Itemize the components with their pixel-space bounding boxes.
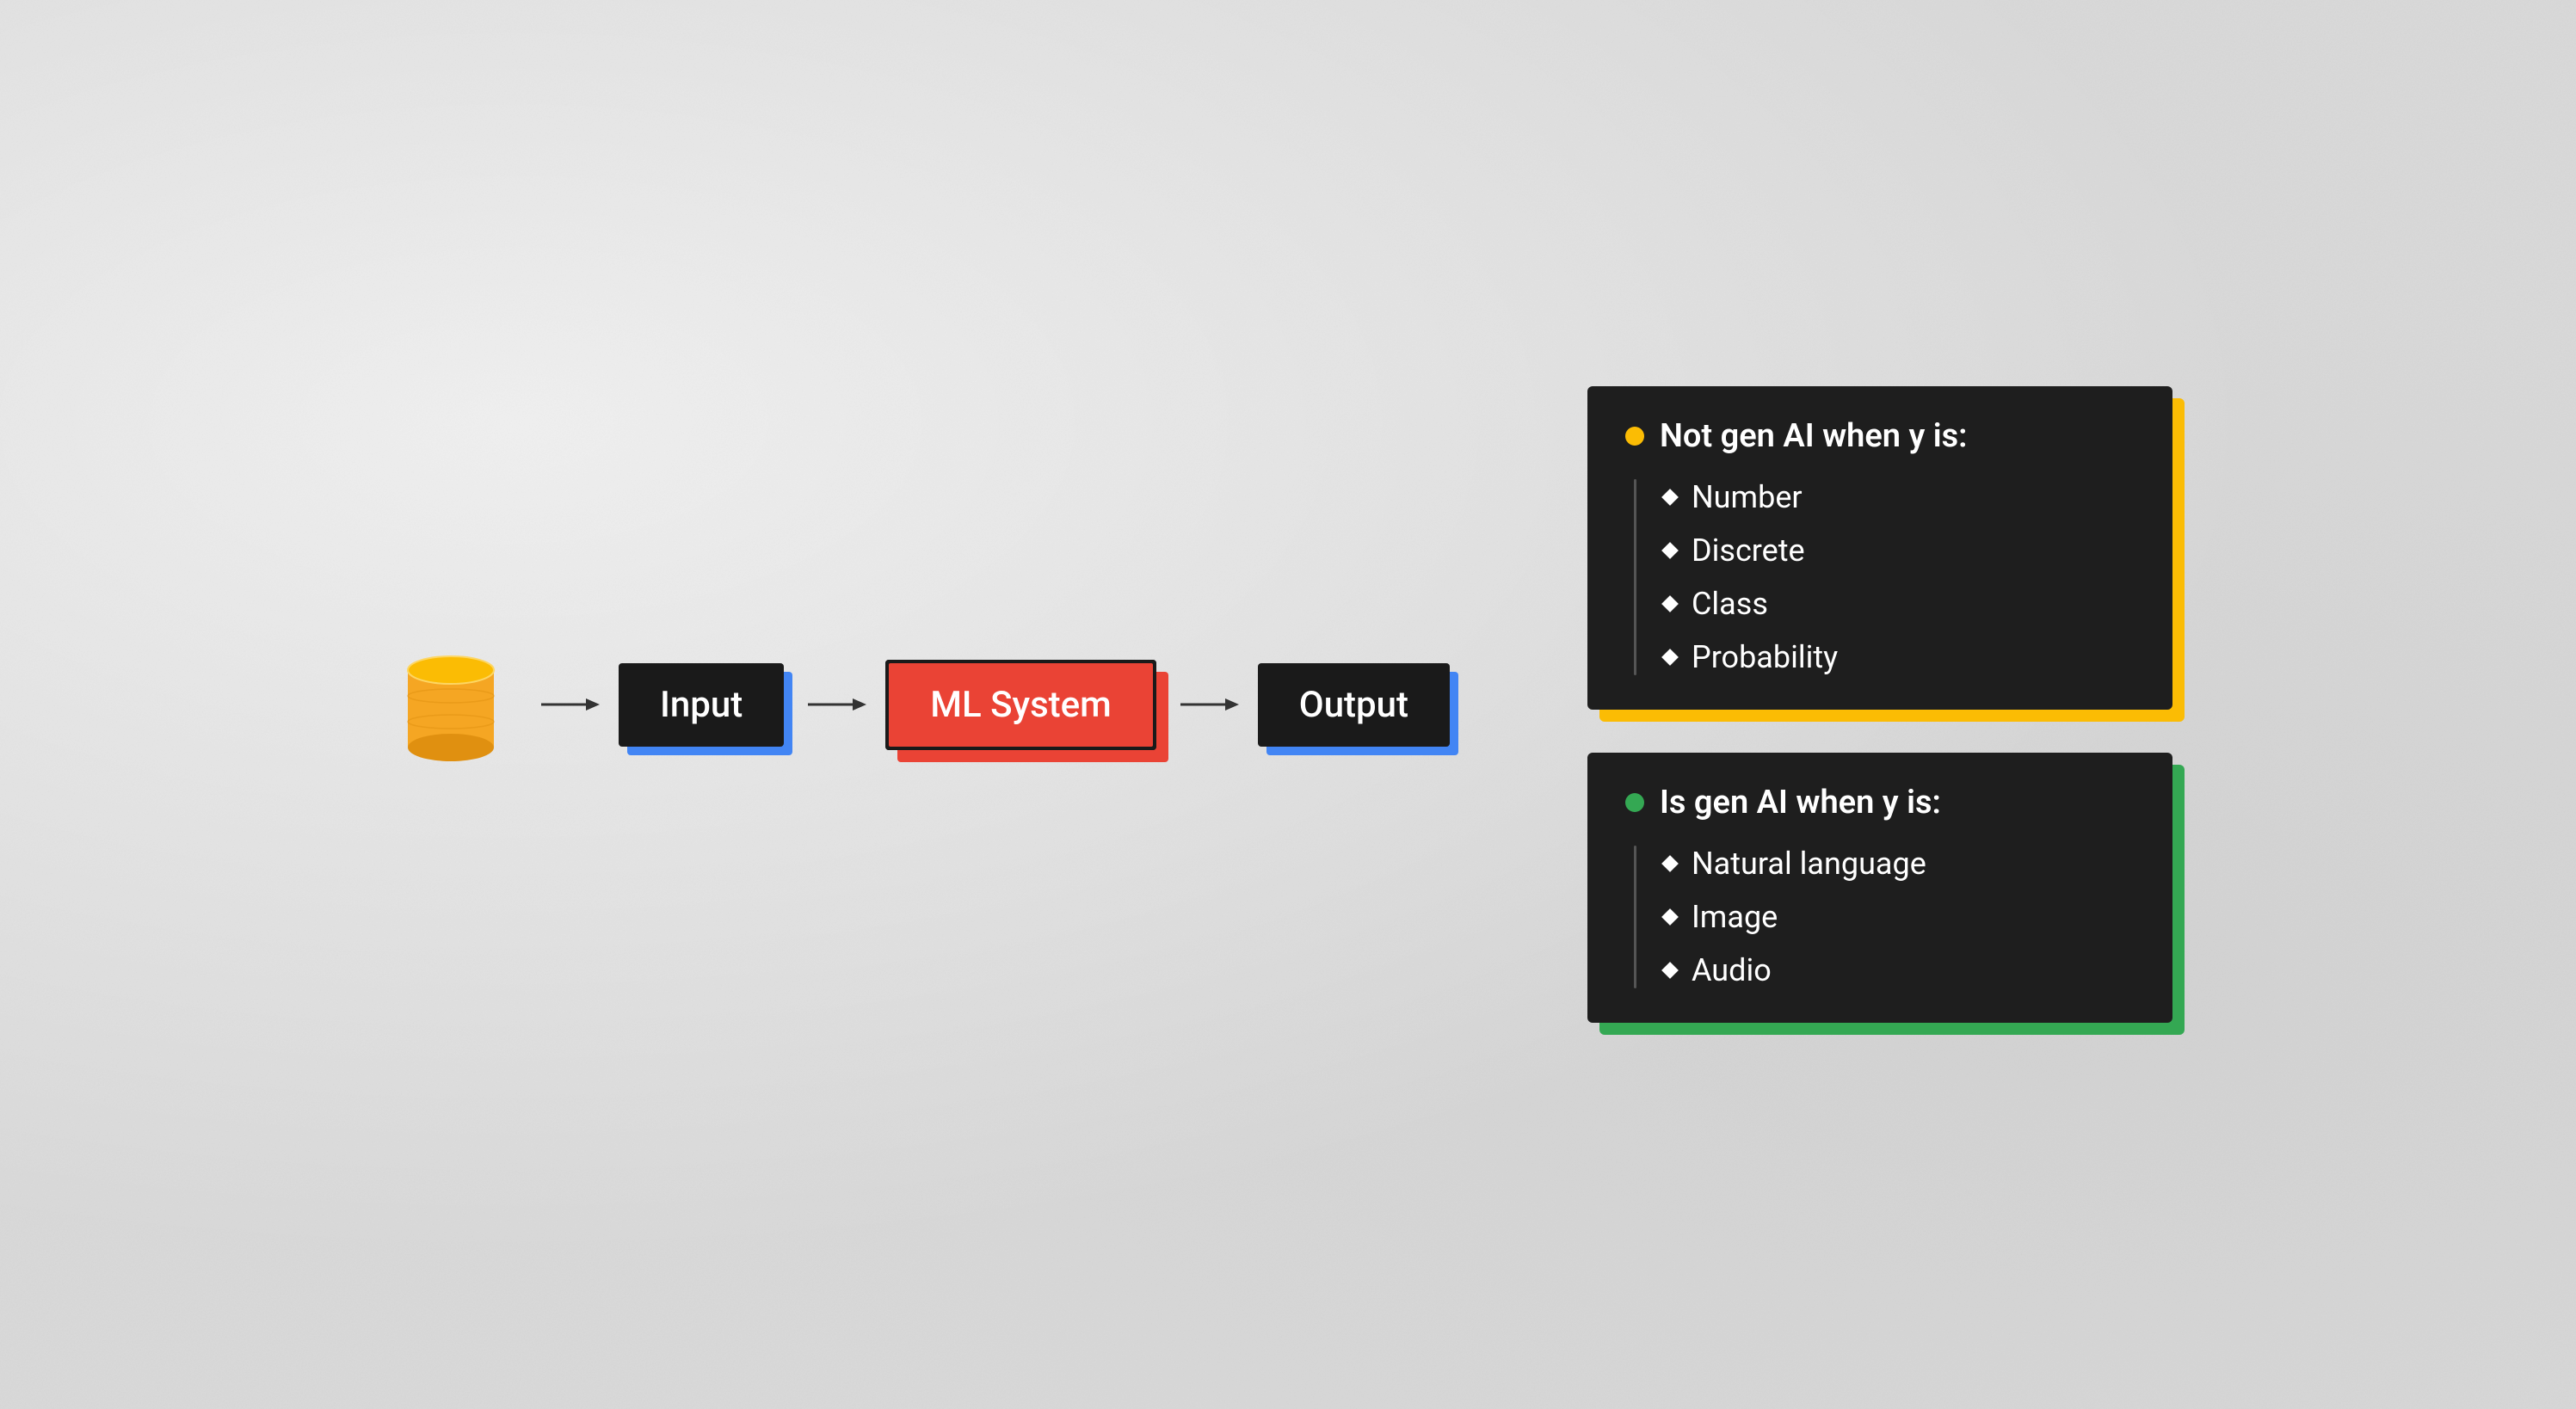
yellow-dot bbox=[1625, 427, 1644, 446]
diamond-icon bbox=[1661, 855, 1679, 872]
not-gen-ai-card: Not gen AI when y is: Number Discrete bbox=[1587, 386, 2172, 710]
diamond-icon bbox=[1661, 489, 1679, 506]
diamond-icon bbox=[1661, 542, 1679, 559]
not-gen-ai-title-row: Not gen AI when y is: bbox=[1625, 417, 2135, 455]
diamond-icon bbox=[1661, 962, 1679, 979]
main-content: Input ML System Output bbox=[0, 0, 2576, 1409]
diamond-icon bbox=[1661, 908, 1679, 926]
list-item: Probability bbox=[1664, 639, 1838, 675]
ml-system-box: ML System bbox=[885, 660, 1156, 750]
list-item: Natural language bbox=[1664, 846, 1926, 882]
arrow-2 bbox=[791, 696, 885, 713]
list-item: Audio bbox=[1664, 952, 1926, 988]
database-icon bbox=[404, 644, 498, 765]
not-gen-ai-card-body: Not gen AI when y is: Number Discrete bbox=[1587, 386, 2172, 710]
ml-dark-border bbox=[885, 660, 1156, 750]
list-item: Image bbox=[1664, 899, 1926, 935]
diagram-section: Input ML System Output bbox=[404, 644, 1450, 765]
is-gen-ai-card: Is gen AI when y is: Natural language Im… bbox=[1587, 753, 2172, 1023]
input-box: Input bbox=[619, 663, 784, 747]
arrow-1 bbox=[524, 696, 619, 713]
item-audio: Audio bbox=[1692, 952, 1772, 988]
list-item: Class bbox=[1664, 586, 1838, 622]
arrow-3 bbox=[1163, 696, 1258, 713]
item-discrete: Discrete bbox=[1692, 532, 1805, 569]
list-item: Number bbox=[1664, 479, 1838, 515]
item-natural-language: Natural language bbox=[1692, 846, 1926, 882]
item-probability: Probability bbox=[1692, 639, 1838, 675]
item-number: Number bbox=[1692, 479, 1803, 515]
not-gen-ai-items: Number Discrete Class Probability bbox=[1625, 479, 2135, 675]
is-gen-ai-list: Natural language Image Audio bbox=[1664, 846, 1926, 988]
yellow-card-line bbox=[1634, 479, 1636, 675]
is-gen-ai-card-body: Is gen AI when y is: Natural language Im… bbox=[1587, 753, 2172, 1023]
output-label: Output bbox=[1258, 663, 1450, 747]
green-card-line bbox=[1634, 846, 1636, 988]
not-gen-ai-title: Not gen AI when y is: bbox=[1660, 417, 1968, 455]
is-gen-ai-title-row: Is gen AI when y is: bbox=[1625, 784, 2135, 821]
green-dot bbox=[1625, 793, 1644, 812]
item-class: Class bbox=[1692, 586, 1768, 622]
item-image: Image bbox=[1692, 899, 1778, 935]
output-box: Output bbox=[1258, 663, 1450, 747]
list-item: Discrete bbox=[1664, 532, 1838, 569]
diamond-icon bbox=[1661, 595, 1679, 612]
is-gen-ai-title: Is gen AI when y is: bbox=[1660, 784, 1941, 821]
cards-section: Not gen AI when y is: Number Discrete bbox=[1587, 386, 2172, 1023]
diamond-icon bbox=[1661, 649, 1679, 666]
is-gen-ai-items: Natural language Image Audio bbox=[1625, 846, 2135, 988]
input-label: Input bbox=[619, 663, 784, 747]
not-gen-ai-list: Number Discrete Class Probability bbox=[1664, 479, 1838, 675]
